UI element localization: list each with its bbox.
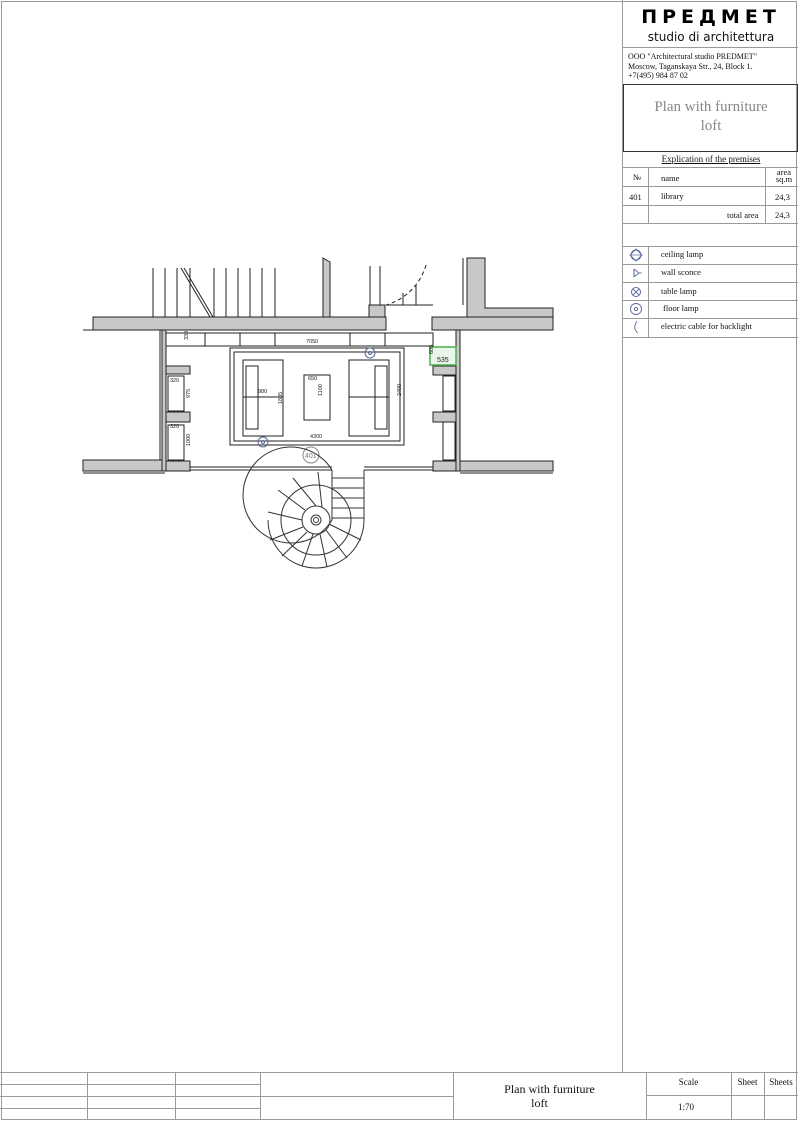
stamp-title-line2: loft [531, 1096, 548, 1110]
company-info: OOO "Architectural studio PREDMET" Mosco… [628, 52, 757, 81]
drawing-title: Plan with furniture loft [623, 98, 798, 136]
floor-lamp-icon [630, 303, 642, 315]
col-number-header: № [633, 172, 642, 182]
dim-sofa-depth: 980 [258, 389, 267, 395]
dim-niche-width-1: 320 [170, 378, 179, 384]
stamp-title-line1: Plan with furniture [504, 1082, 595, 1096]
legend-label: wall sconce [661, 267, 701, 277]
col-area-header: area sq.m [773, 168, 795, 184]
company-name: OOO "Architectural studio PREDMET" [628, 52, 757, 61]
company-phone: +7(495) 984 87 02 [628, 71, 688, 80]
sheets-label: Sheets [769, 1077, 793, 1087]
dim-table-length: 1100 [318, 384, 324, 396]
sofa-left [242, 359, 284, 437]
sheet-label: Sheet [737, 1077, 758, 1087]
drawing-title-line1: Plan with furniture [654, 99, 768, 115]
legend-label: table lamp [661, 286, 697, 296]
dim-niche-width-2: 320 [170, 424, 179, 430]
room-name: library [661, 191, 684, 201]
sofa-right [348, 359, 390, 437]
dim-rug-width: 2400 [397, 384, 403, 396]
dim-sofa-length: 1805 [278, 392, 284, 404]
door-swing [385, 264, 427, 306]
table-lamp-icon [631, 287, 641, 297]
upper-wall [92, 257, 554, 331]
ceiling-lamp-icon [629, 248, 643, 262]
col-name-header: name [661, 173, 680, 183]
legend-item-floor-lamp: floor lamp [623, 300, 798, 318]
dim-shelf-length: 7050 [306, 339, 318, 345]
top-shelf [165, 332, 434, 347]
dim-table-width: 650 [308, 376, 317, 382]
total-area-label: total area [727, 210, 759, 220]
studio-logo: ПРЕДМЕТ [641, 6, 781, 28]
legend-label: ceiling lamp [661, 249, 704, 259]
total-area-value: 24,3 [775, 210, 790, 220]
scale-label: Scale [678, 1077, 699, 1087]
legend-label: electric cable for backlight [661, 321, 752, 331]
scale-value: 1:70 [677, 1102, 694, 1112]
legend-item-wall-sconce: wall sconce [623, 264, 798, 282]
legend-item-table-lamp: table lamp [623, 283, 798, 301]
dim-rug-length: 4300 [310, 434, 322, 440]
legend-item-ceiling-lamp: ceiling lamp [623, 246, 798, 264]
explication-heading: Explication of the premises [661, 154, 761, 164]
floor-lamp [364, 347, 376, 359]
dim-niche-height-1: 975 [186, 389, 192, 398]
floor-plan: 330 7050 320 975 320 1000 980 1805 650 1… [82, 257, 554, 569]
stamp-title: Plan with furniture loft [453, 1082, 646, 1110]
legend-item-backlight-cable: electric cable for backlight [623, 318, 798, 336]
title-sidebar: ПРЕДМЕТ studio di architettura OOO "Arch… [622, 0, 798, 1072]
spiral-staircase [242, 446, 365, 569]
company-address: Moscow, Taganskaya Str., 24, Block 1. [628, 61, 753, 71]
dim-cabinet-width: 535 [437, 357, 449, 364]
railing [152, 267, 276, 318]
left-wall [82, 329, 191, 474]
dim-shelf-depth: 330 [184, 331, 190, 340]
room-area: 24,3 [775, 192, 790, 202]
wall-sconce-icon [633, 268, 642, 278]
room-number: 401 [629, 192, 642, 202]
dim-cabinet-depth: 605 [429, 345, 435, 354]
drawing-title-line2: loft [700, 118, 722, 134]
room-number-label: 401 [305, 453, 317, 460]
studio-subtitle: studio di architettura [647, 30, 775, 44]
backlight-cable-icon [634, 320, 639, 334]
col-area-header-line2: sq.m [775, 174, 793, 184]
dim-niche-height-2: 1000 [186, 434, 192, 446]
legend-label: floor lamp [663, 303, 699, 313]
